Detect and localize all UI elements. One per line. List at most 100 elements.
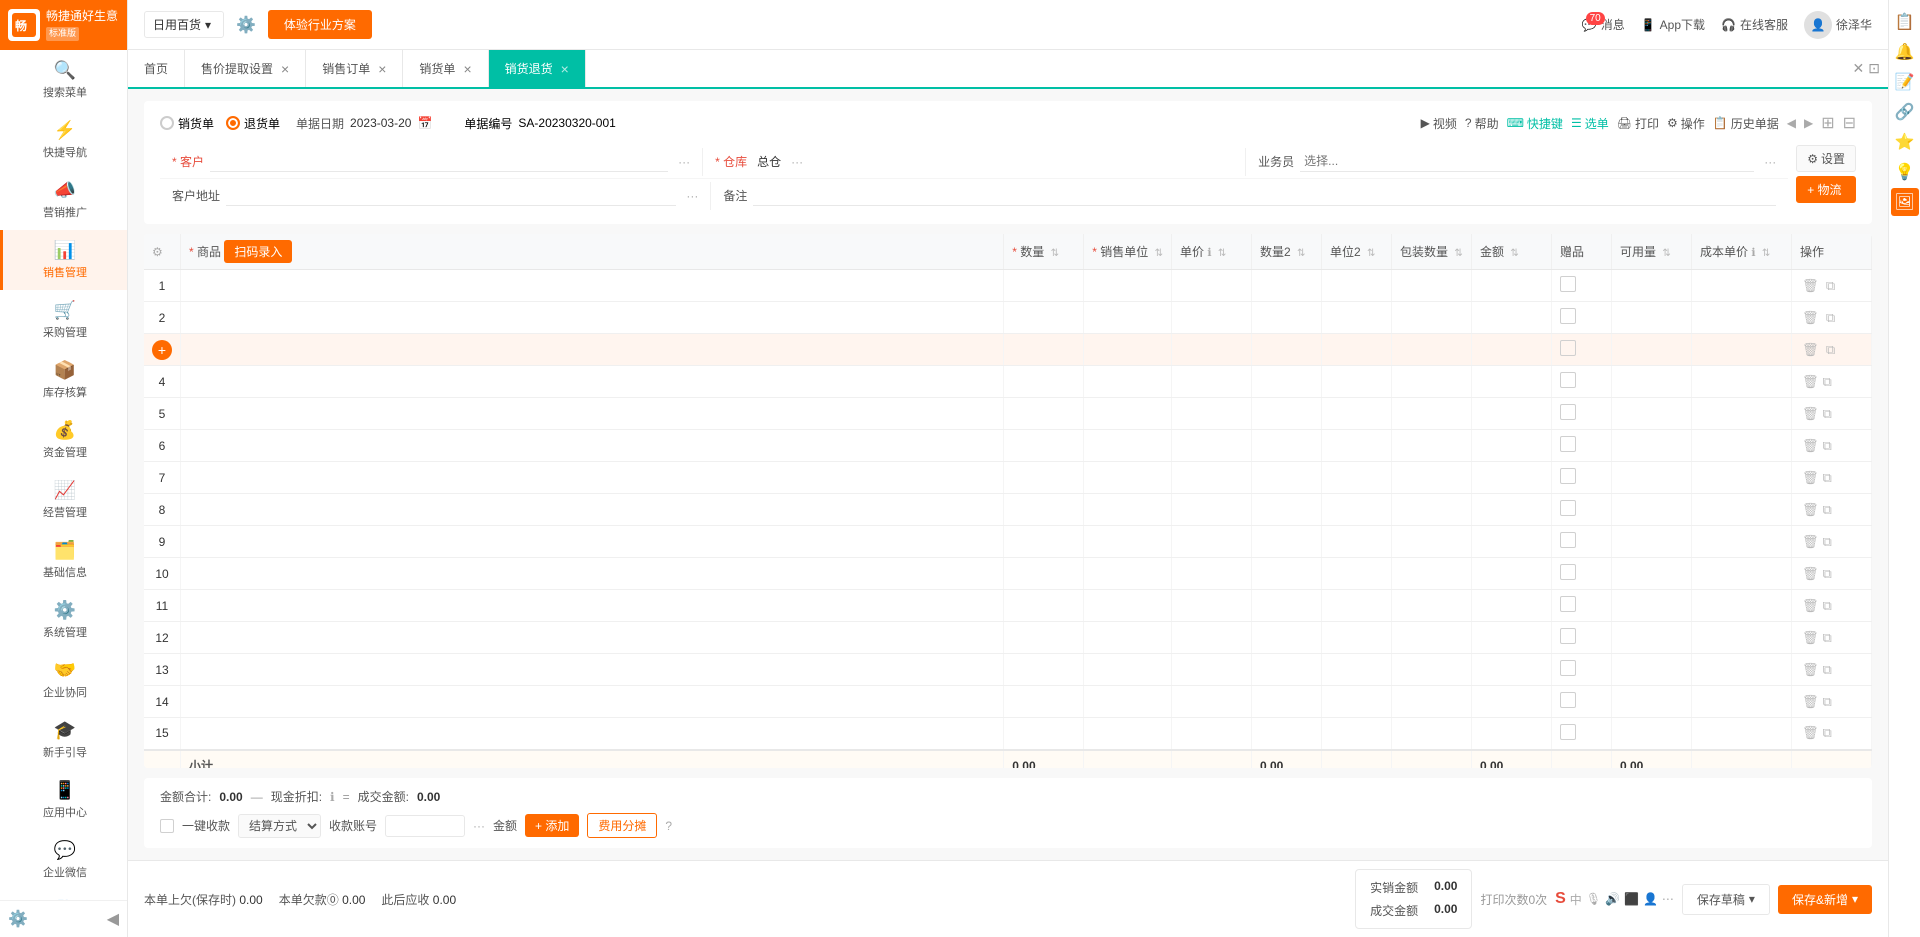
pack-cell[interactable] xyxy=(1392,270,1472,302)
price-cell[interactable] xyxy=(1172,270,1252,302)
amount-cell[interactable] xyxy=(1472,270,1552,302)
sidebar-item-purchase[interactable]: 🛒 采购管理 xyxy=(0,290,127,350)
scan-input-button[interactable]: 扫码录入 xyxy=(224,240,292,263)
add-row-button[interactable]: + xyxy=(152,340,172,360)
maximize-icon[interactable]: ⊡ xyxy=(1868,60,1880,77)
unit-sort-icon[interactable]: ⇅ xyxy=(1155,248,1163,259)
calendar-icon[interactable]: 📅 xyxy=(417,116,432,130)
copy-row-icon[interactable]: ⧉ xyxy=(1823,470,1832,485)
sidebar-item-inventory[interactable]: 📦 库存核算 xyxy=(0,350,127,410)
copy-row-icon[interactable]: ⧉ xyxy=(1823,630,1832,645)
prev-record-icon[interactable]: ◀ xyxy=(1787,116,1796,130)
address-more-icon[interactable]: ··· xyxy=(686,189,698,203)
copy-row-icon[interactable]: ⧉ xyxy=(1823,406,1832,421)
settings-footer-icon[interactable]: ⚙️ xyxy=(8,909,28,929)
copy-row-icon[interactable]: ⧉ xyxy=(1823,598,1832,613)
sidebar-item-member[interactable]: 🏅 畅会员 xyxy=(0,890,127,900)
copy-row-icon[interactable]: ⧉ xyxy=(1823,438,1832,453)
delete-row-icon[interactable]: 🗑 xyxy=(1802,598,1819,613)
app-download-item[interactable]: 📱 App下载 xyxy=(1641,16,1705,33)
right-panel-icon-4[interactable]: 🔗 xyxy=(1891,98,1919,126)
right-panel-icon-2[interactable]: 🔔 xyxy=(1891,38,1919,66)
sidebar-item-sales[interactable]: 📊 销售管理 xyxy=(0,230,127,290)
delete-row-icon[interactable]: 🗑 xyxy=(1802,502,1819,517)
delete-row-icon[interactable]: 🗑 xyxy=(1802,725,1819,740)
price-sort-icon[interactable]: ⇅ xyxy=(1218,248,1226,259)
account-more-icon[interactable]: ··· xyxy=(473,819,485,833)
sidebar-item-system[interactable]: ⚙️ 系统管理 xyxy=(0,590,127,650)
fee-help-icon[interactable]: ? xyxy=(665,819,672,833)
sidebar-item-search[interactable]: 🔍 搜索菜单 xyxy=(0,50,127,110)
collapse-icon[interactable]: ◀ xyxy=(107,909,119,929)
radio-return-goods[interactable]: 退货单 xyxy=(226,115,280,132)
settings-button[interactable]: ⚙ 设置 xyxy=(1796,145,1856,172)
sidebar-item-enterprise[interactable]: 🤝 企业协同 xyxy=(0,650,127,710)
table-gear-icon[interactable]: ⚙ xyxy=(152,245,163,259)
tab-sale-order[interactable]: 销售订单 × xyxy=(306,50,403,87)
gift-checkbox[interactable] xyxy=(1560,276,1576,292)
delete-row-icon[interactable]: 🗑 xyxy=(1802,694,1819,709)
tab-close-sale-price[interactable]: × xyxy=(281,61,289,77)
tab-sale-goods[interactable]: 销货单 × xyxy=(403,50,488,87)
next-record-icon[interactable]: ▶ xyxy=(1804,116,1813,130)
copy-row-icon[interactable]: ⧉ xyxy=(1826,342,1835,357)
qty-cell[interactable] xyxy=(1004,270,1084,302)
right-panel-icon-1[interactable]: 📋 xyxy=(1891,8,1919,36)
account-input[interactable] xyxy=(385,815,465,837)
tab-home[interactable]: 首页 xyxy=(128,50,185,87)
shortcut-action[interactable]: ⌨快捷键 xyxy=(1507,115,1563,132)
tab-close-sale-order[interactable]: × xyxy=(378,61,386,77)
gift-cell[interactable] xyxy=(1552,270,1612,302)
help-action[interactable]: ?帮助 xyxy=(1465,115,1499,132)
copy-row-icon[interactable]: ⧉ xyxy=(1826,310,1835,325)
delete-row-icon[interactable]: 🗑 xyxy=(1802,470,1819,485)
copy-row-icon[interactable]: ⧉ xyxy=(1823,566,1832,581)
sidebar-item-operation[interactable]: 📈 经营管理 xyxy=(0,470,127,530)
customer-more-icon[interactable]: ··· xyxy=(678,155,690,169)
product-cell[interactable] xyxy=(181,270,1004,302)
delete-row-icon[interactable]: 🗑 xyxy=(1802,566,1819,581)
table-view-icon[interactable]: ⊟ xyxy=(1843,113,1856,133)
copy-row-icon[interactable]: ⧉ xyxy=(1823,374,1832,389)
list-view-icon[interactable]: ⊞ xyxy=(1821,113,1834,133)
tab-close-sale-goods[interactable]: × xyxy=(463,61,471,77)
qty2-sort-icon[interactable]: ⇅ xyxy=(1297,248,1305,259)
copy-row-icon[interactable]: ⧉ xyxy=(1826,278,1835,293)
history-action[interactable]: 📋历史单据 xyxy=(1713,115,1779,132)
delete-row-icon[interactable]: 🗑 xyxy=(1802,310,1819,325)
avail-cell[interactable] xyxy=(1612,270,1692,302)
delete-row-icon[interactable]: 🗑 xyxy=(1802,662,1819,677)
topbar-gear-icon[interactable]: ⚙️ xyxy=(236,15,256,35)
notification-item[interactable]: 💬 70 消息 xyxy=(1582,16,1625,33)
fee-split-button[interactable]: 费用分摊 xyxy=(587,813,657,838)
tab-close-sale-return[interactable]: × xyxy=(561,61,569,77)
delete-row-icon[interactable]: 🗑 xyxy=(1802,342,1819,357)
delete-row-icon[interactable]: 🗑 xyxy=(1802,406,1819,421)
copy-row-icon[interactable]: ⧉ xyxy=(1823,662,1832,677)
close-all-tabs-icon[interactable]: ✕ xyxy=(1853,60,1865,77)
print-action[interactable]: 🖨打印 xyxy=(1617,115,1659,132)
right-panel-icon-6[interactable]: 💡 xyxy=(1891,158,1919,186)
address-input[interactable] xyxy=(226,185,676,206)
delete-row-icon[interactable]: 🗑 xyxy=(1802,438,1819,453)
sidebar-item-shortcut[interactable]: ⚡ 快捷导航 xyxy=(0,110,127,170)
qty-sort-icon[interactable]: ⇅ xyxy=(1051,248,1059,259)
delete-row-icon[interactable]: 🗑 xyxy=(1802,278,1819,293)
sidebar-item-guide[interactable]: 🎓 新手引导 xyxy=(0,710,127,770)
delete-row-icon[interactable]: 🗑 xyxy=(1802,630,1819,645)
delete-row-icon[interactable]: 🗑 xyxy=(1802,534,1819,549)
amount-sort-icon[interactable]: ⇅ xyxy=(1510,248,1518,259)
copy-row-icon[interactable]: ⧉ xyxy=(1823,502,1832,517)
payment-checkbox[interactable] xyxy=(160,819,174,833)
radio-sale-goods[interactable]: 销货单 xyxy=(160,115,214,132)
save-draft-button[interactable]: 保存草稿 ▾ xyxy=(1682,884,1770,915)
save-new-button[interactable]: 保存&新增 ▾ xyxy=(1778,885,1872,914)
gift-checkbox[interactable] xyxy=(1560,308,1576,324)
remark-input[interactable] xyxy=(753,185,1776,206)
pack-sort-icon[interactable]: ⇅ xyxy=(1454,248,1462,259)
operate-action[interactable]: ⚙操作 xyxy=(1667,115,1705,132)
copy-row-icon[interactable]: ⧉ xyxy=(1823,694,1832,709)
right-panel-icon-7[interactable]: 🖼 xyxy=(1891,188,1919,216)
unit-cell[interactable] xyxy=(1084,270,1172,302)
logistics-button[interactable]: + 物流 xyxy=(1796,176,1856,203)
